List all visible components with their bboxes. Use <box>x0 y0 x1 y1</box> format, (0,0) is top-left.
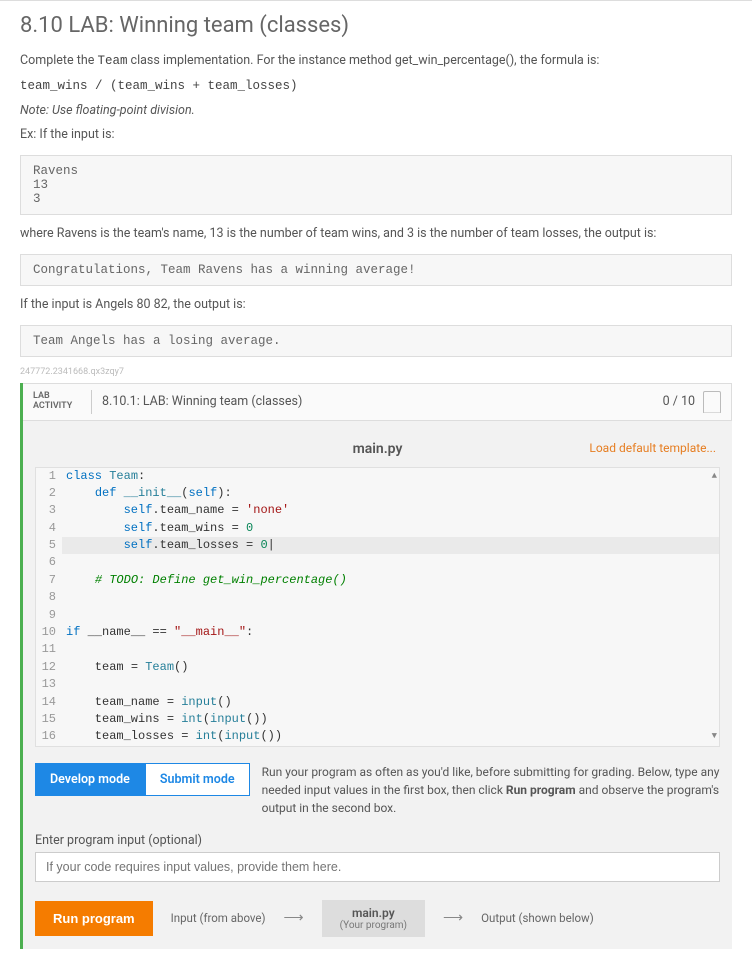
line-number: 2 <box>36 485 62 502</box>
if-line: If the input is Angels 80 82, the output… <box>20 296 732 315</box>
code-line[interactable]: 17 <box>36 746 719 747</box>
line-number: 1 <box>36 468 62 485</box>
editor-filename: main.py <box>353 441 403 457</box>
where-line: where Ravens is the team's name, 13 is t… <box>20 225 732 244</box>
code-editor[interactable]: ▲ 1class Team:2 def __init__(self):3 sel… <box>35 467 720 747</box>
code-line[interactable]: 3 self.team_name = 'none' <box>36 502 719 519</box>
line-number: 9 <box>36 607 62 624</box>
code-line[interactable]: 9 <box>36 607 719 624</box>
line-number: 14 <box>36 694 62 711</box>
line-number: 17 <box>36 746 62 747</box>
line-number: 10 <box>36 624 62 641</box>
instructions: Complete the Team class implementation. … <box>20 52 732 357</box>
example-intro: Ex: If the input is: <box>20 126 732 145</box>
lab-title: 8.10.1: LAB: Winning team (classes) <box>102 394 663 409</box>
code-content[interactable]: if __name__ == "__main__": <box>62 624 719 641</box>
example-output-block-2: Team Angels has a losing average. <box>20 325 732 357</box>
line-number: 12 <box>36 659 62 676</box>
line-number: 13 <box>36 676 62 693</box>
code-line[interactable]: 15 team_wins = int(input()) <box>36 711 719 728</box>
code-line[interactable]: 14 team_name = input() <box>36 694 719 711</box>
line-number: 11 <box>36 641 62 658</box>
output-flow-label: Output (shown below) <box>481 911 594 925</box>
code-content[interactable] <box>62 641 719 658</box>
lab-score: 0 / 10 <box>663 394 695 409</box>
code-content[interactable] <box>62 554 719 571</box>
scroll-down-icon[interactable]: ▼ <box>712 730 717 743</box>
editor-area: main.py Load default template... ▲ 1clas… <box>23 421 732 949</box>
divider <box>91 390 92 414</box>
line-number: 5 <box>36 537 62 554</box>
line-number: 15 <box>36 711 62 728</box>
code-line[interactable]: 8 <box>36 589 719 606</box>
code-content[interactable]: self.team_losses = 0| <box>62 537 719 554</box>
lab-header: LAB ACTIVITY 8.10.1: LAB: Winning team (… <box>23 383 732 421</box>
line-number: 16 <box>36 728 62 745</box>
line-number: 7 <box>36 572 62 589</box>
code-line[interactable]: 7 # TODO: Define get_win_percentage() <box>36 572 719 589</box>
code-line[interactable]: 16 team_losses = int(input()) <box>36 728 719 745</box>
instr-text: Complete the <box>20 53 97 68</box>
arrow-icon: ⟶ <box>443 910 463 926</box>
code-line[interactable]: 13 <box>36 676 719 693</box>
code-content[interactable] <box>62 589 719 606</box>
code-content[interactable]: self.team_wins = 0 <box>62 520 719 537</box>
mode-description: Run your program as often as you'd like,… <box>262 763 720 817</box>
arrow-icon: ⟶ <box>284 910 304 926</box>
program-box: main.py (Your program) <box>322 900 425 937</box>
code-line[interactable]: 11 <box>36 641 719 658</box>
load-template-link[interactable]: Load default template... <box>589 441 716 455</box>
example-input-block: Ravens 13 3 <box>20 155 732 215</box>
scroll-up-icon[interactable]: ▲ <box>712 470 717 483</box>
code-content[interactable]: team_name = input() <box>62 694 719 711</box>
code-line[interactable]: 1class Team: <box>36 468 719 485</box>
watermark: 247772.2341668.qx3zqy7 <box>20 367 732 377</box>
develop-mode-button[interactable]: Develop mode <box>35 763 145 796</box>
note: Note: Use floating-point division. <box>20 102 732 121</box>
code-line[interactable]: 4 self.team_wins = 0 <box>36 520 719 537</box>
run-program-button[interactable]: Run program <box>35 901 153 936</box>
code-content[interactable] <box>62 746 719 747</box>
code-content[interactable]: self.team_name = 'none' <box>62 502 719 519</box>
line-number: 4 <box>36 520 62 537</box>
code-line[interactable]: 6 <box>36 554 719 571</box>
mode-buttons: Develop mode Submit mode <box>35 763 250 796</box>
bookmark-icon[interactable] <box>703 391 721 413</box>
line-number: 6 <box>36 554 62 571</box>
line-number: 8 <box>36 589 62 606</box>
code-line[interactable]: 2 def __init__(self): <box>36 485 719 502</box>
example-output-block-1: Congratulations, Team Ravens has a winni… <box>20 254 732 286</box>
code-content[interactable]: team_losses = int(input()) <box>62 728 719 745</box>
code-content[interactable]: class Team: <box>62 468 719 485</box>
code-content[interactable]: def __init__(self): <box>62 485 719 502</box>
code-content[interactable]: team_wins = int(input()) <box>62 711 719 728</box>
code-content[interactable] <box>62 607 719 624</box>
class-name: Team <box>97 54 127 68</box>
code-line[interactable]: 10if __name__ == "__main__": <box>36 624 719 641</box>
input-flow-label: Input (from above) <box>171 911 266 925</box>
line-number: 3 <box>36 502 62 519</box>
lab-panel: LAB ACTIVITY 8.10.1: LAB: Winning team (… <box>20 383 732 949</box>
program-input-label: Enter program input (optional) <box>35 833 720 848</box>
instr-text: class implementation. For the instance m… <box>127 53 599 68</box>
formula: team_wins / (team_wins + team_losses) <box>20 77 732 96</box>
run-row: Run program Input (from above) ⟶ main.py… <box>35 900 720 937</box>
page-title: 8.10 LAB: Winning team (classes) <box>0 1 752 46</box>
code-line[interactable]: 5 self.team_losses = 0| <box>36 537 719 554</box>
code-line[interactable]: 12 team = Team() <box>36 659 719 676</box>
code-content[interactable]: # TODO: Define get_win_percentage() <box>62 572 719 589</box>
program-input-field[interactable] <box>35 852 720 882</box>
lab-activity-label: LAB ACTIVITY <box>33 392 81 412</box>
submit-mode-button[interactable]: Submit mode <box>145 763 250 796</box>
code-content[interactable]: team = Team() <box>62 659 719 676</box>
code-content[interactable] <box>62 676 719 693</box>
